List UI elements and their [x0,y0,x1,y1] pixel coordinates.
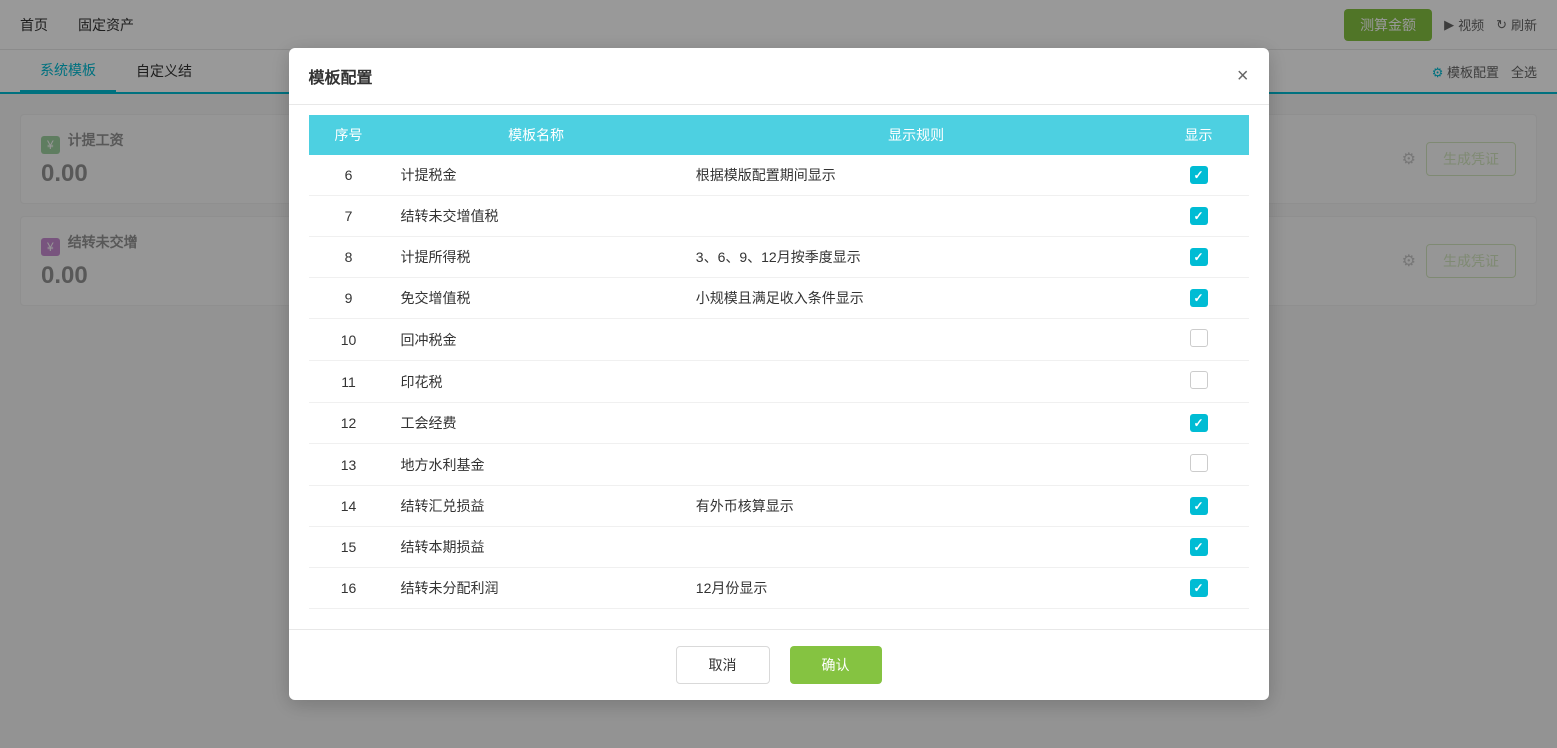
table-row: 8计提所得税3、6、9、12月按季度显示 [309,237,1249,278]
row-template-name: 结转未分配利润 [389,568,684,609]
row-display-checkbox-cell [1149,527,1249,568]
table-row: 7结转未交增值税 [309,196,1249,237]
display-checkbox[interactable] [1190,538,1208,556]
row-display-checkbox-cell [1149,237,1249,278]
row-display-rule: 根据模版配置期间显示 [684,155,1149,196]
row-display-rule [684,403,1149,444]
modal-title: 模板配置 [309,64,373,88]
modal-header: 模板配置 × [289,48,1269,105]
row-index: 7 [309,196,389,237]
row-display-checkbox-cell [1149,361,1249,403]
row-display-rule [684,527,1149,568]
row-display-checkbox-cell [1149,319,1249,361]
row-template-name: 回冲税金 [389,319,684,361]
display-checkbox[interactable] [1190,166,1208,184]
row-template-name: 结转汇兑损益 [389,486,684,527]
row-index: 10 [309,319,389,361]
row-display-checkbox-cell [1149,278,1249,319]
row-index: 16 [309,568,389,609]
row-index: 12 [309,403,389,444]
table-row: 10回冲税金 [309,319,1249,361]
display-checkbox[interactable] [1190,454,1208,472]
table-row: 9免交增值税小规模且满足收入条件显示 [309,278,1249,319]
table-header-row: 序号 模板名称 显示规则 显示 [309,115,1249,155]
row-template-name: 工会经费 [389,403,684,444]
row-display-rule: 12月份显示 [684,568,1149,609]
row-display-rule [684,444,1149,486]
display-checkbox[interactable] [1190,248,1208,266]
row-index: 13 [309,444,389,486]
row-template-name: 计提所得税 [389,237,684,278]
display-checkbox[interactable] [1190,579,1208,597]
col-header-display: 显示 [1149,115,1249,155]
modal-overlay: 模板配置 × 序号 模板名称 显示规则 显示 6计提税金根据模版配置期间显示7结… [0,0,1557,748]
table-row: 11印花税 [309,361,1249,403]
config-table: 序号 模板名称 显示规则 显示 6计提税金根据模版配置期间显示7结转未交增值税8… [309,115,1249,609]
display-checkbox[interactable] [1190,414,1208,432]
row-display-rule [684,319,1149,361]
col-header-rule: 显示规则 [684,115,1149,155]
row-display-checkbox-cell [1149,403,1249,444]
row-index: 8 [309,237,389,278]
row-display-rule [684,361,1149,403]
row-display-rule: 小规模且满足收入条件显示 [684,278,1149,319]
table-row: 13地方水利基金 [309,444,1249,486]
cancel-btn[interactable]: 取消 [676,646,770,684]
row-index: 11 [309,361,389,403]
row-display-checkbox-cell [1149,486,1249,527]
display-checkbox[interactable] [1190,329,1208,347]
row-display-checkbox-cell [1149,568,1249,609]
col-header-index: 序号 [309,115,389,155]
display-checkbox[interactable] [1190,289,1208,307]
table-row: 16结转未分配利润12月份显示 [309,568,1249,609]
row-index: 9 [309,278,389,319]
modal-close-btn[interactable]: × [1237,66,1249,86]
row-template-name: 结转本期损益 [389,527,684,568]
display-checkbox[interactable] [1190,497,1208,515]
row-display-rule: 有外币核算显示 [684,486,1149,527]
modal-footer: 取消 确认 [289,629,1269,700]
row-template-name: 计提税金 [389,155,684,196]
display-checkbox[interactable] [1190,207,1208,225]
row-template-name: 结转未交增值税 [389,196,684,237]
row-template-name: 免交增值税 [389,278,684,319]
row-template-name: 印花税 [389,361,684,403]
row-display-checkbox-cell [1149,155,1249,196]
table-row: 12工会经费 [309,403,1249,444]
confirm-btn[interactable]: 确认 [790,646,882,684]
table-row: 15结转本期损益 [309,527,1249,568]
display-checkbox[interactable] [1190,371,1208,389]
modal-template-config: 模板配置 × 序号 模板名称 显示规则 显示 6计提税金根据模版配置期间显示7结… [289,48,1269,700]
table-row: 6计提税金根据模版配置期间显示 [309,155,1249,196]
row-display-rule [684,196,1149,237]
row-display-checkbox-cell [1149,196,1249,237]
modal-body: 序号 模板名称 显示规则 显示 6计提税金根据模版配置期间显示7结转未交增值税8… [289,105,1269,629]
row-display-rule: 3、6、9、12月按季度显示 [684,237,1149,278]
col-header-name: 模板名称 [389,115,684,155]
row-index: 6 [309,155,389,196]
row-index: 15 [309,527,389,568]
row-display-checkbox-cell [1149,444,1249,486]
table-row: 14结转汇兑损益有外币核算显示 [309,486,1249,527]
row-index: 14 [309,486,389,527]
row-template-name: 地方水利基金 [389,444,684,486]
